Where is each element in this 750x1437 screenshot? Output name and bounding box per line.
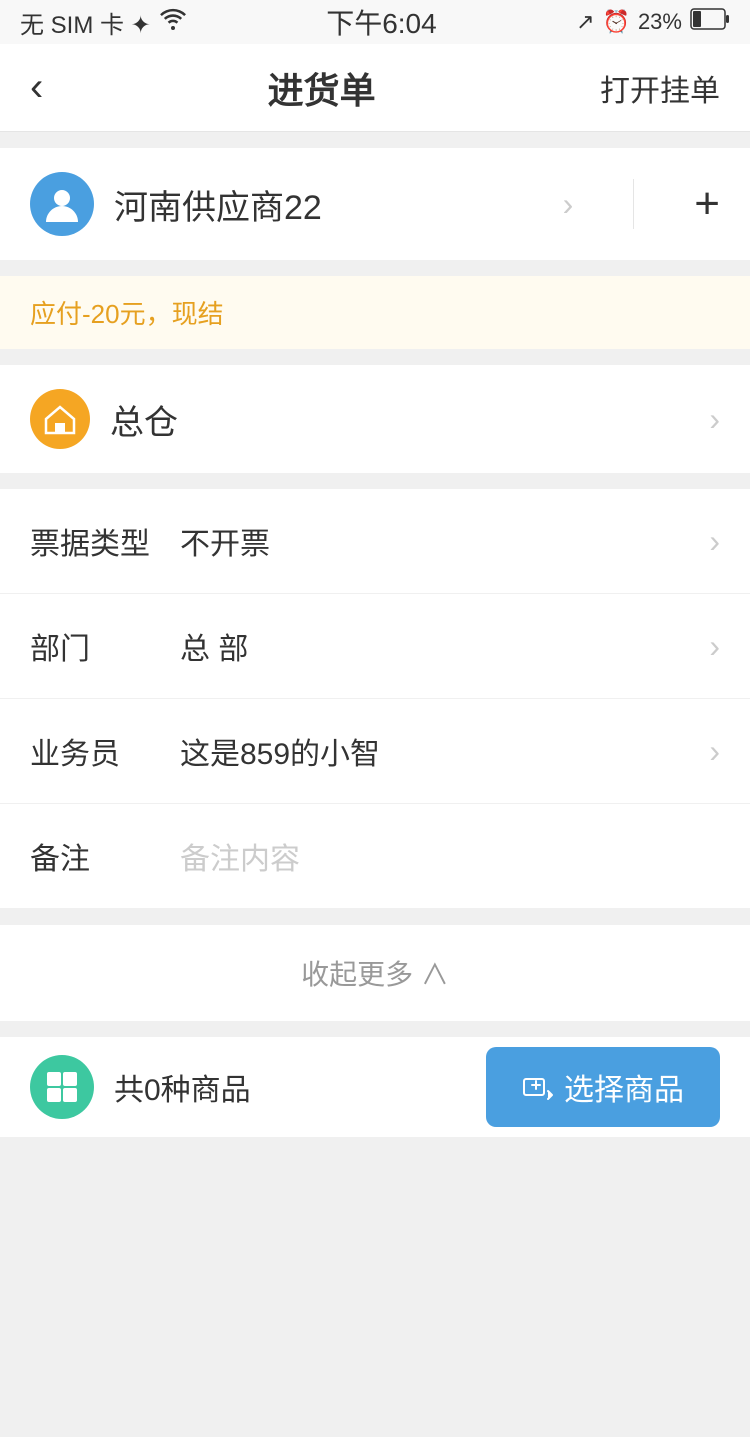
supplier-row[interactable]: 河南供应商22 ›	[0, 148, 633, 260]
nav-bar: ‹ 进货单 打开挂单	[0, 44, 750, 132]
collapse-row[interactable]: 收起更多 ∧	[0, 924, 750, 1021]
warehouse-chevron-icon: ›	[709, 401, 720, 438]
remark-placeholder: 备注内容	[180, 834, 720, 878]
warehouse-name: 总仓	[110, 395, 709, 444]
status-bar: 无 SIM 卡 ✦ 下午6:04 ↗ ⏰ 23%	[0, 0, 750, 44]
main-content: 河南供应商22 › + 应付-20元，现结 总仓 › 票据类型 不开票 ›	[0, 132, 750, 1437]
invoice-type-chevron-icon: ›	[709, 523, 720, 560]
invoice-type-row[interactable]: 票据类型 不开票 ›	[0, 489, 750, 594]
back-button[interactable]: ‹	[30, 65, 43, 110]
salesperson-value: 这是859的小智	[180, 729, 699, 773]
open-pending-button[interactable]: 打开挂单	[600, 66, 720, 110]
supplier-name: 河南供应商22	[114, 180, 563, 229]
department-label: 部门	[30, 624, 170, 668]
alarm-icon: ⏰	[603, 9, 630, 35]
remark-row[interactable]: 备注 备注内容	[0, 804, 750, 908]
form-section: 票据类型 不开票 › 部门 总 部 › 业务员 这是859的小智 › 备注 备注…	[0, 489, 750, 908]
salesperson-row[interactable]: 业务员 这是859的小智 ›	[0, 699, 750, 804]
department-chevron-icon: ›	[709, 628, 720, 665]
status-left: 无 SIM 卡 ✦	[20, 5, 187, 40]
select-product-label: 选择商品	[564, 1065, 684, 1109]
salesperson-chevron-icon: ›	[709, 733, 720, 770]
product-count-label: 共0种商品	[114, 1065, 486, 1109]
remark-label: 备注	[30, 834, 170, 878]
department-value: 总 部	[180, 624, 699, 668]
invoice-type-value: 不开票	[180, 519, 699, 563]
status-right: ↗ ⏰ 23%	[576, 8, 730, 36]
location-icon: ↗	[576, 9, 594, 35]
status-time: 下午6:04	[326, 2, 437, 42]
battery-label: 23%	[638, 9, 682, 35]
supplier-chevron-icon: ›	[563, 186, 574, 223]
select-product-button[interactable]: 选择商品	[486, 1047, 720, 1127]
salesperson-label: 业务员	[30, 729, 170, 773]
sim-label: 无 SIM 卡 ✦	[20, 5, 151, 40]
add-supplier-button[interactable]: +	[664, 148, 750, 260]
department-row[interactable]: 部门 总 部 ›	[0, 594, 750, 699]
product-icon-circle	[30, 1055, 94, 1119]
battery-icon	[690, 8, 730, 36]
page-title: 进货单	[268, 62, 376, 114]
warehouse-row[interactable]: 总仓 ›	[0, 365, 750, 473]
invoice-type-label: 票据类型	[30, 519, 170, 563]
bottom-bar: 共0种商品 选择商品	[0, 1037, 750, 1137]
supplier-avatar	[30, 172, 94, 236]
notice-banner: 应付-20元，现结	[0, 276, 750, 349]
plus-icon: +	[694, 182, 720, 226]
wifi-icon	[159, 8, 187, 37]
collapse-label: 收起更多 ∧	[301, 953, 449, 993]
warehouse-icon-circle	[30, 389, 90, 449]
